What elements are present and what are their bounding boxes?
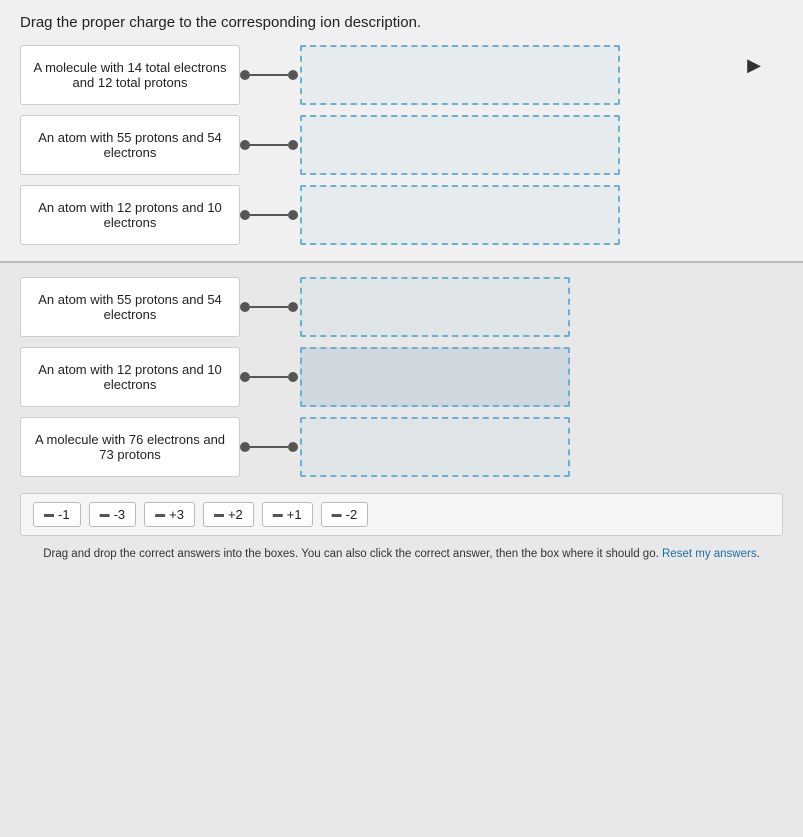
- description-text-2: An atom with 55 protons and 54 electrons: [33, 130, 227, 160]
- description-box-2: An atom with 55 protons and 54 electrons: [20, 115, 240, 175]
- charge-label-4: +2: [228, 507, 243, 522]
- drop-box-2[interactable]: [300, 115, 620, 175]
- charge-label-1: -1: [58, 507, 70, 522]
- description-text-6: A molecule with 76 electrons and 73 prot…: [33, 432, 227, 462]
- connector-dot-right-4: [288, 302, 298, 312]
- charge-chip-3[interactable]: ▬ +3: [144, 502, 195, 527]
- description-text-5: An atom with 12 protons and 10 electrons: [33, 362, 227, 392]
- chip-icon-6: ▬: [332, 509, 342, 520]
- connector-dot-left-5: [240, 372, 250, 382]
- chip-icon-3: ▬: [155, 509, 165, 520]
- connector-dot-right-3: [288, 210, 298, 220]
- description-text-4: An atom with 55 protons and 54 electrons: [33, 292, 227, 322]
- charge-label-5: +1: [287, 507, 302, 522]
- drag-row-3: An atom with 12 protons and 10 electrons: [20, 185, 783, 245]
- connector-6: [240, 442, 300, 452]
- connector-dot-right-5: [288, 372, 298, 382]
- connector-dot-left-4: [240, 302, 250, 312]
- drop-box-3[interactable]: [300, 185, 620, 245]
- cursor-icon: ▶: [747, 55, 761, 76]
- drop-box-6[interactable]: [300, 417, 570, 477]
- charge-chip-2[interactable]: ▬ -3: [89, 502, 137, 527]
- connector-dot-right-6: [288, 442, 298, 452]
- charges-bar: ▬ -1 ▬ -3 ▬ +3 ▬ +2 ▬ +1 ▬ -2: [20, 493, 783, 536]
- charge-label-6: -2: [346, 507, 358, 522]
- connector-dot-left-3: [240, 210, 250, 220]
- connector-line-1: [250, 74, 288, 76]
- chip-icon-5: ▬: [273, 509, 283, 520]
- instruction-text: Drag the proper charge to the correspond…: [20, 14, 783, 31]
- chip-icon-4: ▬: [214, 509, 224, 520]
- connector-line-2: [250, 144, 288, 146]
- connector-line-3: [250, 214, 288, 216]
- drag-row-2: An atom with 55 protons and 54 electrons: [20, 115, 783, 175]
- drop-box-5[interactable]: [300, 347, 570, 407]
- chip-icon-1: ▬: [44, 509, 54, 520]
- connector-dot-left-2: [240, 140, 250, 150]
- connector-line-4: [250, 306, 288, 308]
- drag-row-4: An atom with 55 protons and 54 electrons: [20, 277, 783, 337]
- charge-chip-5[interactable]: ▬ +1: [262, 502, 313, 527]
- footer: Drag and drop the correct answers into t…: [20, 546, 783, 563]
- description-box-3: An atom with 12 protons and 10 electrons: [20, 185, 240, 245]
- reset-link[interactable]: Reset my answers: [662, 548, 757, 560]
- connector-3: [240, 210, 300, 220]
- connector-line-6: [250, 446, 288, 448]
- connector-2: [240, 140, 300, 150]
- connector-line-5: [250, 376, 288, 378]
- connector-dot-right-2: [288, 140, 298, 150]
- connector-1: [240, 70, 300, 80]
- description-box-5: An atom with 12 protons and 10 electrons: [20, 347, 240, 407]
- top-rows-container: A molecule with 14 total electrons and 1…: [20, 45, 783, 245]
- chip-icon-2: ▬: [100, 509, 110, 520]
- drag-row-6: A molecule with 76 electrons and 73 prot…: [20, 417, 783, 477]
- description-box-6: A molecule with 76 electrons and 73 prot…: [20, 417, 240, 477]
- connector-4: [240, 302, 300, 312]
- drop-box-1[interactable]: [300, 45, 620, 105]
- drop-box-4[interactable]: [300, 277, 570, 337]
- description-box-1: A molecule with 14 total electrons and 1…: [20, 45, 240, 105]
- connector-dot-right-1: [288, 70, 298, 80]
- connector-dot-left-1: [240, 70, 250, 80]
- footer-main-text: Drag and drop the correct answers into t…: [43, 548, 659, 560]
- charge-label-2: -3: [114, 507, 126, 522]
- description-box-4: An atom with 55 protons and 54 electrons: [20, 277, 240, 337]
- charge-chip-1[interactable]: ▬ -1: [33, 502, 81, 527]
- connector-5: [240, 372, 300, 382]
- description-text-3: An atom with 12 protons and 10 electrons: [33, 200, 227, 230]
- drag-row-1: A molecule with 14 total electrons and 1…: [20, 45, 783, 105]
- description-text-1: A molecule with 14 total electrons and 1…: [33, 60, 227, 90]
- drag-row-5: An atom with 12 protons and 10 electrons: [20, 347, 783, 407]
- bottom-rows-container: An atom with 55 protons and 54 electrons…: [20, 277, 783, 477]
- charge-chip-4[interactable]: ▬ +2: [203, 502, 254, 527]
- connector-dot-left-6: [240, 442, 250, 452]
- charge-chip-6[interactable]: ▬ -2: [321, 502, 369, 527]
- charge-label-3: +3: [169, 507, 184, 522]
